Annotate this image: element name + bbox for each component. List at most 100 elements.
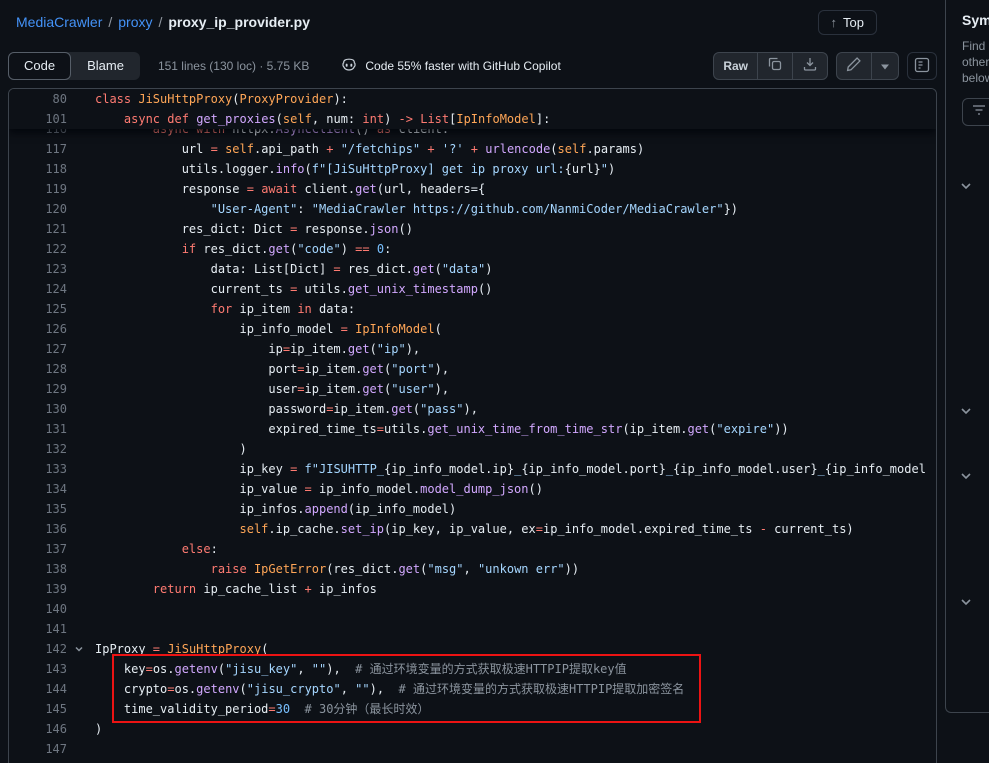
edit-button[interactable] — [837, 53, 871, 79]
code-text — [67, 739, 936, 759]
code-line: 132 ) — [9, 439, 936, 459]
code-text: ip_value = ip_info_model.model_dump_json… — [67, 479, 936, 499]
code-text: return ip_cache_list + ip_infos — [67, 579, 936, 599]
code-line: 146) — [9, 719, 936, 739]
code-text: user=ip_item.get("user"), — [67, 379, 936, 399]
code-line: 124 current_ts = utils.get_unix_timestam… — [9, 279, 936, 299]
code-blame-segmented-control: Code Blame — [8, 52, 140, 80]
line-number[interactable]: 120 — [9, 199, 67, 219]
code-line: 123 data: List[Dict] = res_dict.get("dat… — [9, 259, 936, 279]
line-number[interactable]: 137 — [9, 539, 67, 559]
line-number[interactable]: 117 — [9, 139, 67, 159]
line-number[interactable]: 136 — [9, 519, 67, 539]
code-text — [67, 599, 936, 619]
line-number[interactable]: 146 — [9, 719, 67, 739]
code-line: 143 key=os.getenv("jisu_key", ""), # 通过环… — [9, 659, 936, 679]
code-line: 138 raise IpGetError(res_dict.get("msg",… — [9, 559, 936, 579]
code-line: 126 ip_info_model = IpInfoModel( — [9, 319, 936, 339]
raw-button-label: Raw — [723, 59, 748, 73]
code-line: 120 "User-Agent": "MediaCrawler https://… — [9, 199, 936, 219]
line-number[interactable]: 147 — [9, 739, 67, 759]
line-number[interactable]: 124 — [9, 279, 67, 299]
sticky-context-lines: 80class JiSuHttpProxy(ProxyProvider):101… — [9, 89, 936, 129]
code-line: 131 expired_time_ts=utils.get_unix_time_… — [9, 419, 936, 439]
symbols-panel: Symbols Find other below — [945, 0, 989, 713]
line-number[interactable]: 138 — [9, 559, 67, 579]
line-number[interactable]: 135 — [9, 499, 67, 519]
code-line: 142IpProxy = JiSuHttpProxy( — [9, 639, 936, 659]
symbols-panel-toggle-button[interactable] — [907, 52, 937, 80]
edit-button-group — [836, 52, 899, 80]
line-number[interactable]: 119 — [9, 179, 67, 199]
code-text: raise IpGetError(res_dict.get("msg", "un… — [67, 559, 936, 579]
code-line: 134 ip_value = ip_info_model.model_dump_… — [9, 479, 936, 499]
symbol-group-chevron-down-icon[interactable] — [958, 468, 974, 484]
breadcrumb-repo-link[interactable]: MediaCrawler — [16, 14, 102, 30]
code-line: 136 self.ip_cache.set_ip(ip_key, ip_valu… — [9, 519, 936, 539]
code-text: expired_time_ts=utils.get_unix_time_from… — [67, 419, 936, 439]
main-content: MediaCrawler / proxy / proxy_ip_provider… — [0, 0, 945, 763]
copy-button[interactable] — [757, 53, 792, 79]
symbol-group-chevron-down-icon[interactable] — [958, 594, 974, 610]
top-button-label: Top — [843, 15, 864, 30]
code-area: 80class JiSuHttpProxy(ProxyProvider):101… — [8, 88, 937, 763]
line-number[interactable]: 129 — [9, 379, 67, 399]
line-number[interactable]: 80 — [9, 89, 67, 109]
code-line: 141 — [9, 619, 936, 639]
code-line: 127 ip=ip_item.get("ip"), — [9, 339, 936, 359]
line-number[interactable]: 127 — [9, 339, 67, 359]
symbol-group-chevron-down-icon[interactable] — [958, 178, 974, 194]
line-number[interactable]: 128 — [9, 359, 67, 379]
code-text: password=ip_item.get("pass"), — [67, 399, 936, 419]
caret-down-icon — [881, 57, 889, 75]
line-number[interactable]: 122 — [9, 239, 67, 259]
code-text: res_dict: Dict = response.json() — [67, 219, 936, 239]
copilot-banner[interactable]: Code 55% faster with GitHub Copilot — [341, 57, 560, 76]
collapse-chevron-icon[interactable] — [71, 641, 87, 657]
line-number[interactable]: 143 — [9, 659, 67, 679]
code-text: port=ip_item.get("port"), — [67, 359, 936, 379]
symbols-filter-input[interactable] — [962, 98, 989, 126]
line-number[interactable]: 121 — [9, 219, 67, 239]
line-number[interactable]: 123 — [9, 259, 67, 279]
pencil-icon — [846, 56, 862, 77]
symbols-panel-description: Find other below — [962, 38, 989, 86]
code-text: async def get_proxies(self, num: int) ->… — [67, 109, 936, 129]
code-line: 139 return ip_cache_list + ip_infos — [9, 579, 936, 599]
line-number[interactable]: 126 — [9, 319, 67, 339]
breadcrumb-folder-link[interactable]: proxy — [118, 14, 152, 30]
raw-button[interactable]: Raw — [714, 53, 757, 79]
line-number[interactable]: 139 — [9, 579, 67, 599]
code-text: key=os.getenv("jisu_key", ""), # 通过环境变量的… — [67, 659, 936, 679]
line-number[interactable]: 142 — [9, 639, 67, 659]
code-line: 129 user=ip_item.get("user"), — [9, 379, 936, 399]
tab-code[interactable]: Code — [8, 52, 71, 80]
line-number[interactable]: 132 — [9, 439, 67, 459]
line-number[interactable]: 101 — [9, 109, 67, 129]
tab-blame[interactable]: Blame — [71, 52, 140, 80]
code-text: self.ip_cache.set_ip(ip_key, ip_value, e… — [67, 519, 936, 539]
line-number[interactable]: 131 — [9, 419, 67, 439]
line-number[interactable]: 125 — [9, 299, 67, 319]
github-file-page: MediaCrawler / proxy / proxy_ip_provider… — [0, 0, 989, 763]
line-number[interactable]: 134 — [9, 479, 67, 499]
code-text: utils.logger.info(f"[JiSuHttpProxy] get … — [67, 159, 936, 179]
line-number[interactable]: 145 — [9, 699, 67, 719]
breadcrumb: MediaCrawler / proxy / proxy_ip_provider… — [0, 0, 945, 44]
edit-dropdown-button[interactable] — [871, 53, 898, 79]
line-number[interactable]: 130 — [9, 399, 67, 419]
code-text: ip_info_model = IpInfoModel( — [67, 319, 936, 339]
line-number[interactable]: 140 — [9, 599, 67, 619]
code-line: 80class JiSuHttpProxy(ProxyProvider): — [9, 89, 936, 109]
symbol-group-chevron-down-icon[interactable] — [958, 403, 974, 419]
line-number[interactable]: 133 — [9, 459, 67, 479]
line-number[interactable]: 141 — [9, 619, 67, 639]
code-line: 121 res_dict: Dict = response.json() — [9, 219, 936, 239]
code-line: 133 ip_key = f"JISUHTTP_{ip_info_model.i… — [9, 459, 936, 479]
breadcrumb-separator: / — [108, 14, 112, 30]
line-number[interactable]: 118 — [9, 159, 67, 179]
download-button[interactable] — [792, 53, 827, 79]
code-line: 117 url = self.api_path + "/fetchips" + … — [9, 139, 936, 159]
back-to-top-button[interactable]: ↑ Top — [818, 10, 877, 35]
line-number[interactable]: 144 — [9, 679, 67, 699]
